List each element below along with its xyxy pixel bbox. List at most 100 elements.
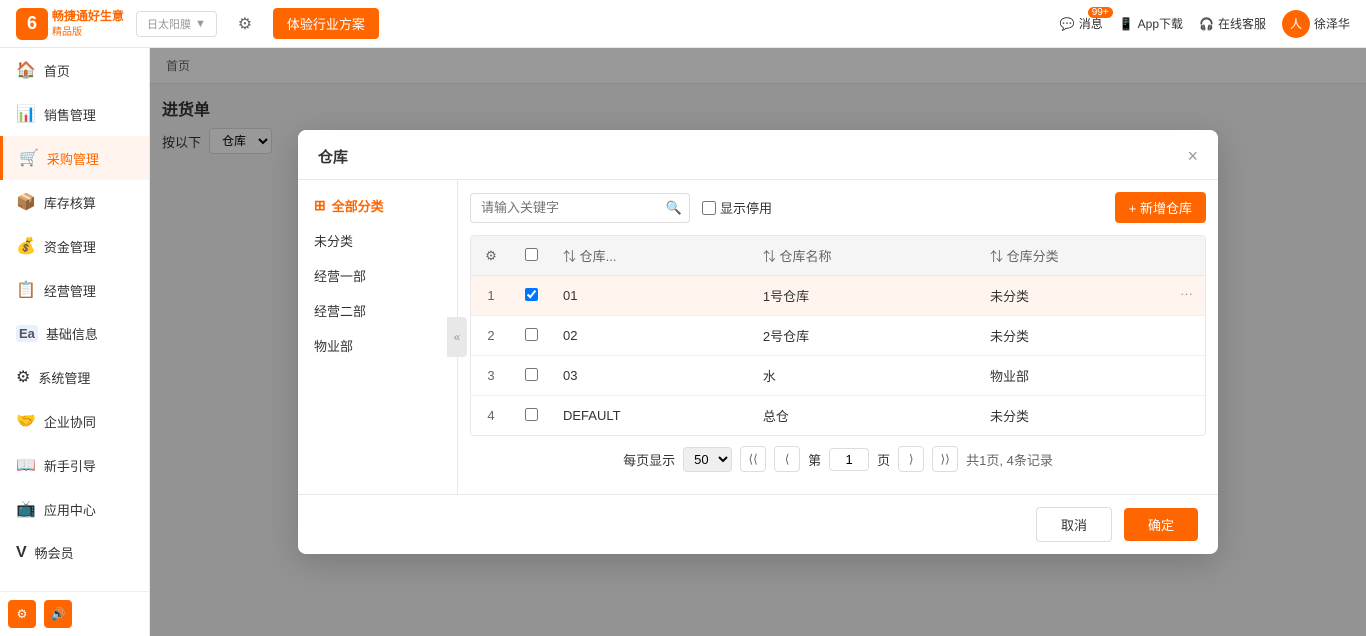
row-checkbox-cell (511, 276, 551, 316)
sidebar-settings-icon[interactable]: ⚙ (8, 600, 36, 628)
row-checkbox-cell (511, 316, 551, 356)
sidebar-volume-icon[interactable]: 🔊 (44, 600, 72, 628)
logo-line2: 精品版 (52, 23, 124, 38)
row-checkbox[interactable] (525, 368, 538, 381)
category-item-ops1[interactable]: 经营一部 (298, 258, 457, 293)
sidebar-bottom: ⚙ 🔊 (0, 591, 149, 636)
all-categories-button[interactable]: ⊞ 全部分类 (298, 188, 457, 223)
sidebar-item-guide-label: 新手引导 (44, 456, 96, 475)
sidebar-item-guide[interactable]: 📖 新手引导 (0, 443, 149, 487)
prev-page-button[interactable]: ⟨ (774, 446, 800, 472)
first-page-button[interactable]: ⟨⟨ (740, 446, 766, 472)
row-checkbox[interactable] (525, 288, 538, 301)
sidebar-item-finance[interactable]: 💰 资金管理 (0, 224, 149, 268)
page-total: 共1页, 4条记录 (966, 450, 1053, 469)
category-item-ops2[interactable]: 经营二部 (298, 293, 457, 328)
trial-button[interactable]: 体验行业方案 (273, 8, 379, 39)
sidebar-item-system[interactable]: ⚙ 系统管理 (0, 355, 149, 399)
row-checkbox-cell (511, 396, 551, 436)
topbar-right: 💬 消息 99+ 📱 App下载 🎧 在线客服 人 徐泽华 (1060, 10, 1350, 38)
table-row[interactable]: 1 01 1号仓库 未分类··· (471, 276, 1205, 316)
row-code: 03 (551, 356, 751, 396)
apps-icon: 📺 (16, 499, 36, 519)
per-page-label: 每页显示 (623, 450, 675, 469)
service-item[interactable]: 🎧 在线客服 (1199, 15, 1266, 32)
sidebar-item-vip[interactable]: V 畅会员 (0, 531, 149, 574)
search-input[interactable] (470, 193, 690, 223)
cancel-button[interactable]: 取消 (1036, 507, 1112, 542)
home-icon: 🏠 (16, 60, 36, 80)
row-category: 物业部 (978, 356, 1205, 396)
sidebar-item-apps-label: 应用中心 (44, 500, 96, 519)
col-settings: ⚙ (471, 236, 511, 276)
sidebar-item-basic-label: 基础信息 (46, 324, 98, 343)
category-item-unclassified[interactable]: 未分类 (298, 223, 457, 258)
sidebar-item-enterprise-label: 企业协同 (44, 412, 96, 431)
dialog-title: 仓库 (318, 146, 348, 167)
store-selector[interactable]: 日太阳膜 ▼ (136, 11, 217, 37)
sidebar-item-inventory-label: 库存核算 (44, 193, 96, 212)
col-checkbox (511, 236, 551, 276)
sidebar-item-apps[interactable]: 📺 应用中心 (0, 487, 149, 531)
show-disabled-checkbox[interactable] (702, 201, 716, 215)
row-checkbox[interactable] (525, 408, 538, 421)
purchase-icon: 🛒 (19, 148, 39, 168)
gear-icon[interactable]: ⚙ (485, 248, 497, 263)
sidebar-item-home[interactable]: 🏠 首页 (0, 48, 149, 92)
right-panel: 🔍 显示停用 + 新增仓库 (458, 180, 1218, 494)
store-name: 日太阳膜 (147, 16, 191, 32)
row-code: 01 (551, 276, 751, 316)
sidebar-item-finance-label: 资金管理 (44, 237, 96, 256)
sidebar-item-enterprise[interactable]: 🤝 企业协同 (0, 399, 149, 443)
table-row[interactable]: 4 DEFAULT 总仓 未分类 (471, 396, 1205, 436)
sidebar-item-purchase[interactable]: 🛒 采购管理 (0, 136, 149, 180)
col-code-header: ⇅ 仓库... (551, 236, 751, 276)
settings-icon[interactable]: ⚙ (229, 8, 261, 40)
row-num: 3 (471, 356, 511, 396)
last-page-button[interactable]: ⟩⟩ (932, 446, 958, 472)
collapse-button[interactable]: « (447, 317, 467, 357)
vip-icon: V (16, 544, 27, 562)
row-more-button[interactable]: ··· (1180, 286, 1193, 301)
col-category-header: ⇅ 仓库分类 (978, 236, 1205, 276)
table-row[interactable]: 2 02 2号仓库 未分类 (471, 316, 1205, 356)
confirm-button[interactable]: 确定 (1124, 508, 1198, 541)
category-item-property[interactable]: 物业部 (298, 328, 457, 363)
sidebar-item-basic[interactable]: Ea 基础信息 (0, 312, 149, 355)
per-page-select[interactable]: 50 (683, 447, 732, 472)
search-icon[interactable]: 🔍 (666, 200, 682, 216)
main-content: 首页 进货单 按以下 仓库 仓库 × (150, 48, 1366, 636)
page-label: 页 (877, 450, 890, 469)
row-num: 4 (471, 396, 511, 436)
app-download-item[interactable]: 📱 App下载 (1119, 15, 1183, 32)
operations-icon: 📋 (16, 280, 36, 300)
row-name: 总仓 (751, 396, 978, 436)
select-all-checkbox[interactable] (525, 248, 538, 261)
user-item[interactable]: 人 徐泽华 (1282, 10, 1350, 38)
next-page-button[interactable]: ⟩ (898, 446, 924, 472)
row-name: 1号仓库 (751, 276, 978, 316)
main-layout: 🏠 首页 📊 销售管理 🛒 采购管理 📦 库存核算 💰 资金管理 📋 经营管理 … (0, 48, 1366, 636)
headset-icon: 🎧 (1199, 17, 1214, 31)
sidebar-item-inventory[interactable]: 📦 库存核算 (0, 180, 149, 224)
add-warehouse-button[interactable]: + 新增仓库 (1115, 192, 1206, 223)
system-icon: ⚙ (16, 367, 30, 387)
col-name-header: ⇅ 仓库名称 (751, 236, 978, 276)
messages-item[interactable]: 💬 消息 99+ (1060, 15, 1103, 32)
sidebar-item-sales[interactable]: 📊 销售管理 (0, 92, 149, 136)
row-code: DEFAULT (551, 396, 751, 436)
page-input[interactable] (829, 448, 869, 471)
avatar: 人 (1282, 10, 1310, 38)
row-category: 未分类 (978, 316, 1205, 356)
sidebar-item-operations[interactable]: 📋 经营管理 (0, 268, 149, 312)
sidebar-item-sales-label: 销售管理 (44, 105, 96, 124)
sidebar-item-system-label: 系统管理 (38, 368, 90, 387)
enterprise-icon: 🤝 (16, 411, 36, 431)
row-checkbox[interactable] (525, 328, 538, 341)
table-row[interactable]: 3 03 水 物业部 (471, 356, 1205, 396)
grid-icon: ⊞ (314, 197, 326, 214)
dialog-close-button[interactable]: × (1187, 146, 1198, 167)
service-label: 在线客服 (1218, 15, 1266, 32)
page-label-before: 第 (808, 450, 821, 469)
all-categories-label: 全部分类 (332, 196, 384, 215)
